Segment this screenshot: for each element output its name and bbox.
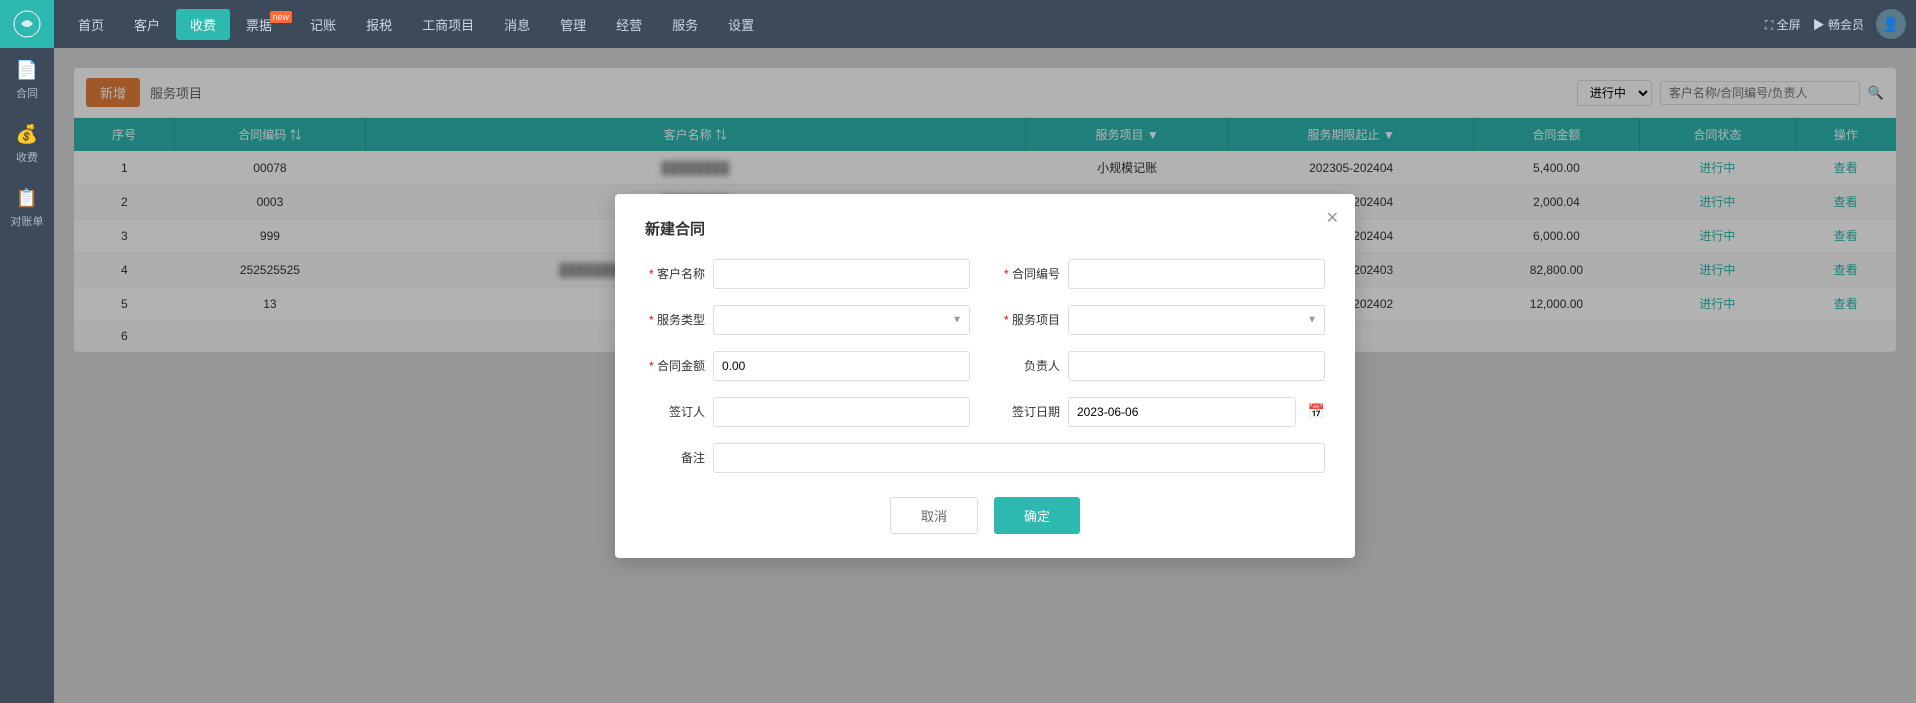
topnav: 首页 客户 收费 票据 new 记账 报税 工商项目 消息 管理 经营 服务 设… — [54, 0, 1916, 48]
logo — [0, 0, 54, 48]
form-row-notes: 备注 — [645, 443, 1325, 473]
sidebar: 📄 合同 💰 收费 📋 对账单 — [0, 0, 54, 703]
form-row-contract-no: 合同编号 — [1000, 259, 1325, 289]
confirm-button[interactable]: 确定 — [994, 497, 1080, 534]
notes-input[interactable] — [713, 443, 1325, 473]
responsible-input[interactable] — [1068, 351, 1325, 381]
nav-invoice[interactable]: 票据 new — [232, 9, 294, 40]
nav-home[interactable]: 首页 — [64, 9, 118, 40]
contract-icon: 📄 — [16, 60, 38, 81]
notes-label: 备注 — [645, 449, 705, 466]
customer-name-label: 客户名称 — [645, 265, 705, 282]
close-icon[interactable]: ✕ — [1326, 208, 1339, 228]
nav-customer[interactable]: 客户 — [120, 9, 174, 40]
form-row-responsible: 负责人 — [1000, 351, 1325, 381]
main-area: 首页 客户 收费 票据 new 记账 报税 工商项目 消息 管理 经营 服务 设… — [54, 0, 1916, 703]
form-grid: 客户名称 合同编号 服务类型 — [645, 259, 1325, 473]
service-type-select[interactable] — [713, 305, 970, 335]
reconcile-icon: 📋 — [16, 188, 38, 209]
sidebar-item-collection[interactable]: 💰 收费 — [0, 112, 54, 176]
topnav-right: ⛶ 全屏 ▶ 畅会员 👤 — [1765, 9, 1906, 39]
service-item-select[interactable] — [1068, 305, 1325, 335]
calendar-icon[interactable]: 📅 — [1308, 403, 1325, 420]
collection-icon: 💰 — [16, 124, 38, 145]
member-button[interactable]: ▶ 畅会员 — [1813, 16, 1864, 33]
service-type-select-wrapper — [713, 305, 970, 335]
customer-name-input[interactable] — [713, 259, 970, 289]
form-row-customer: 客户名称 — [645, 259, 970, 289]
nav-business[interactable]: 工商项目 — [408, 9, 488, 40]
signer-input[interactable] — [713, 397, 970, 427]
modal-overlay: 新建合同 ✕ 客户名称 合同编号 — [54, 48, 1916, 703]
content-main: 新增 服务项目 进行中 🔍 序号 合同编码 ⇅ — [54, 48, 1916, 703]
contract-no-label: 合同编号 — [1000, 265, 1060, 282]
service-item-select-wrapper — [1068, 305, 1325, 335]
sign-date-input[interactable] — [1068, 397, 1296, 427]
contract-amount-input[interactable] — [713, 351, 970, 381]
sidebar-item-reconcile[interactable]: 📋 对账单 — [0, 176, 54, 240]
responsible-label: 负责人 — [1000, 357, 1060, 374]
sidebar-item-contract[interactable]: 📄 合同 — [0, 48, 54, 112]
nav-collection[interactable]: 收费 — [176, 9, 230, 40]
service-type-label: 服务类型 — [645, 311, 705, 328]
modal-footer: 取消 确定 — [645, 497, 1325, 534]
form-row-service-type: 服务类型 — [645, 305, 970, 335]
nav-settings[interactable]: 设置 — [714, 9, 768, 40]
nav-service[interactable]: 服务 — [658, 9, 712, 40]
form-row-sign-date: 签订日期 📅 — [1000, 397, 1325, 427]
nav-manage[interactable]: 管理 — [546, 9, 600, 40]
fullscreen-button[interactable]: ⛶ 全屏 — [1765, 16, 1801, 33]
contract-no-input[interactable] — [1068, 259, 1325, 289]
nav-operation[interactable]: 经营 — [602, 9, 656, 40]
new-contract-modal: 新建合同 ✕ 客户名称 合同编号 — [615, 194, 1355, 558]
sign-date-label: 签订日期 — [1000, 403, 1060, 420]
new-badge: new — [270, 11, 293, 23]
nav-tax[interactable]: 报税 — [352, 9, 406, 40]
nav-message[interactable]: 消息 — [490, 9, 544, 40]
nav-accounting[interactable]: 记账 — [296, 9, 350, 40]
form-row-signer: 签订人 — [645, 397, 970, 427]
form-row-service-item: 服务项目 — [1000, 305, 1325, 335]
content: 新增 服务项目 进行中 🔍 序号 合同编码 ⇅ — [54, 48, 1916, 703]
service-item-label: 服务项目 — [1000, 311, 1060, 328]
contract-amount-label: 合同金额 — [645, 357, 705, 374]
signer-label: 签订人 — [645, 403, 705, 420]
modal-title: 新建合同 — [645, 218, 1325, 239]
avatar[interactable]: 👤 — [1876, 9, 1906, 39]
cancel-button[interactable]: 取消 — [890, 497, 978, 534]
form-row-amount: 合同金额 — [645, 351, 970, 381]
